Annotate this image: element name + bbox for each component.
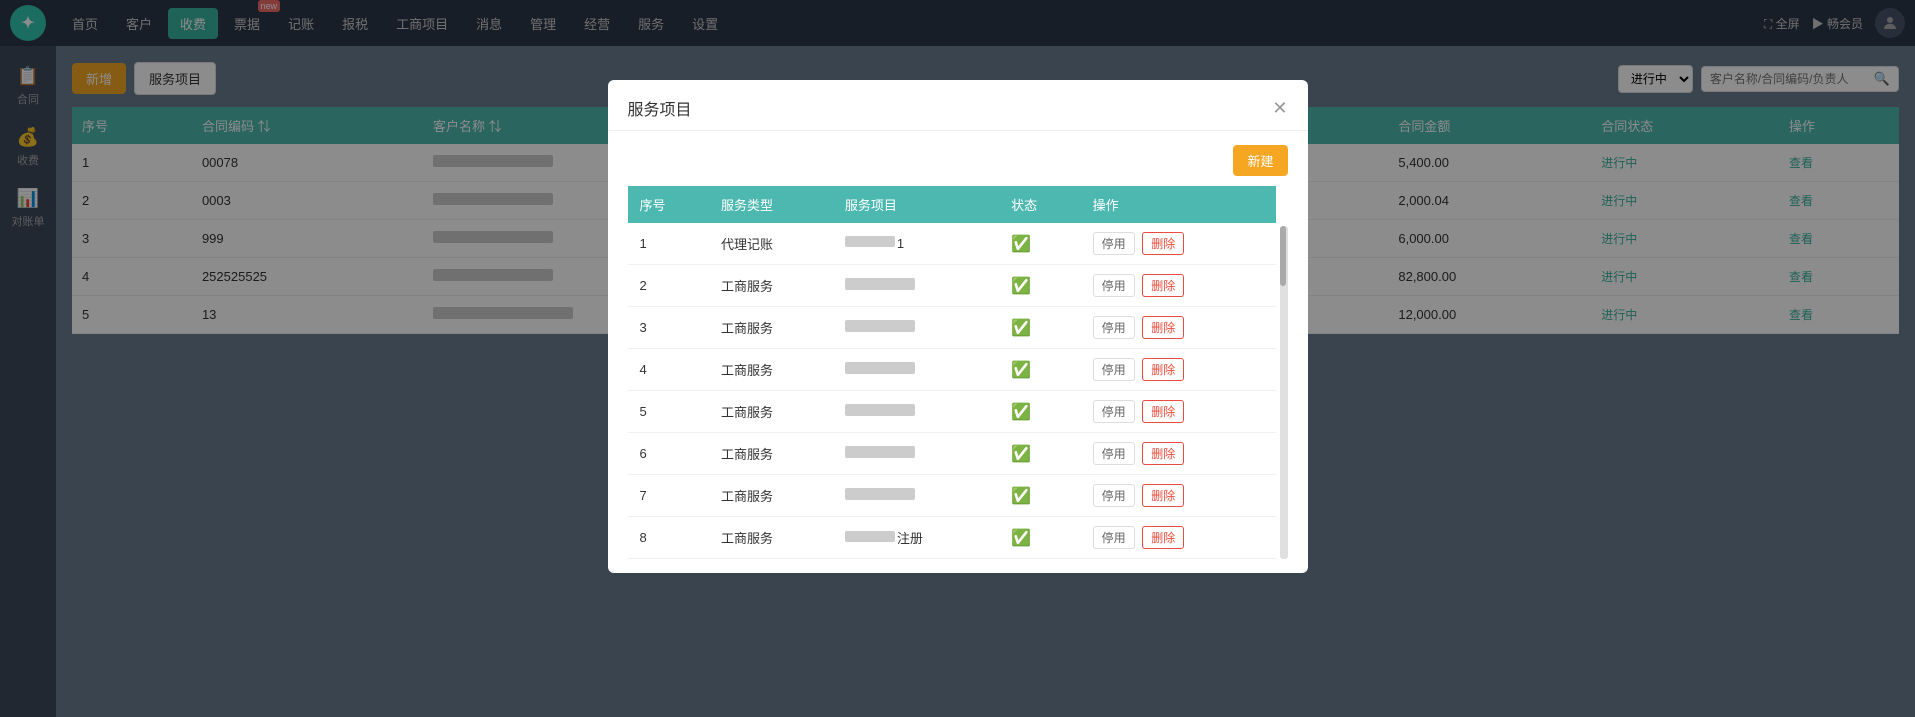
modal-cell-seq: 4 [628,349,710,391]
modal-cell-seq: 7 [628,475,710,517]
modal-cell-item [833,475,999,517]
delete-button[interactable]: 删除 [1142,526,1184,549]
modal-cell-actions: 停用 删除 [1081,265,1276,307]
modal-close-button[interactable]: ✕ [1272,99,1287,117]
modal-cell-type: 工商服务 [709,307,833,349]
modal-cell-status: ✅ [999,307,1081,349]
modal-cell-actions: 停用 删除 [1081,433,1276,475]
status-check-icon: ✅ [1011,446,1031,463]
service-modal: 服务项目 ✕ 新建 序号 服务类型 服务项目 状态 操作 [608,80,1308,573]
delete-button[interactable]: 删除 [1142,316,1184,339]
disable-button[interactable]: 停用 [1093,442,1135,465]
modal-cell-item [833,391,999,433]
modal-col-type: 服务类型 [709,186,833,223]
modal-cell-seq: 5 [628,391,710,433]
delete-button[interactable]: 删除 [1142,358,1184,381]
status-check-icon: ✅ [1011,236,1031,253]
disable-button[interactable]: 停用 [1093,400,1135,423]
modal-table-row: 3 工商服务 ✅ 停用 删除 [628,307,1276,349]
modal-col-status: 状态 [999,186,1081,223]
modal-table-row: 5 工商服务 ✅ 停用 删除 [628,391,1276,433]
delete-button[interactable]: 删除 [1142,400,1184,423]
modal-cell-seq: 1 [628,223,710,265]
modal-cell-item: 1 [833,223,999,265]
modal-col-item: 服务项目 [833,186,999,223]
modal-cell-status: ✅ [999,223,1081,265]
modal-service-table: 序号 服务类型 服务项目 状态 操作 1 代理记账 1 ✅ 停用 删除 2 [628,186,1276,559]
modal-header: 服务项目 ✕ [608,80,1308,131]
modal-cell-type: 工商服务 [709,517,833,559]
modal-cell-actions: 停用 删除 [1081,391,1276,433]
modal-cell-actions: 停用 删除 [1081,307,1276,349]
modal-table-row: 7 工商服务 ✅ 停用 删除 [628,475,1276,517]
delete-button[interactable]: 删除 [1142,484,1184,507]
modal-table-row: 8 工商服务 注册 ✅ 停用 删除 [628,517,1276,559]
modal-new-button[interactable]: 新建 [1233,145,1287,176]
modal-body: 新建 序号 服务类型 服务项目 状态 操作 1 代理记账 [608,131,1308,573]
status-check-icon: ✅ [1011,278,1031,295]
delete-button[interactable]: 删除 [1142,232,1184,255]
status-check-icon: ✅ [1011,362,1031,379]
modal-cell-item [833,307,999,349]
delete-button[interactable]: 删除 [1142,274,1184,297]
modal-cell-status: ✅ [999,433,1081,475]
disable-button[interactable]: 停用 [1093,526,1135,549]
modal-cell-type: 工商服务 [709,433,833,475]
modal-title: 服务项目 [628,96,692,120]
status-check-icon: ✅ [1011,320,1031,337]
modal-cell-item [833,433,999,475]
disable-button[interactable]: 停用 [1093,232,1135,255]
status-check-icon: ✅ [1011,404,1031,421]
modal-col-seq: 序号 [628,186,710,223]
status-check-icon: ✅ [1011,488,1031,505]
delete-button[interactable]: 删除 [1142,442,1184,465]
modal-cell-actions: 停用 删除 [1081,349,1276,391]
modal-cell-actions: 停用 删除 [1081,517,1276,559]
disable-button[interactable]: 停用 [1093,316,1135,339]
disable-button[interactable]: 停用 [1093,358,1135,381]
disable-button[interactable]: 停用 [1093,484,1135,507]
modal-table-row: 1 代理记账 1 ✅ 停用 删除 [628,223,1276,265]
modal-table-row: 2 工商服务 ✅ 停用 删除 [628,265,1276,307]
modal-cell-item [833,265,999,307]
modal-cell-status: ✅ [999,391,1081,433]
modal-cell-status: ✅ [999,265,1081,307]
modal-cell-item [833,349,999,391]
modal-col-action: 操作 [1081,186,1276,223]
modal-cell-type: 工商服务 [709,349,833,391]
disable-button[interactable]: 停用 [1093,274,1135,297]
modal-table-row: 6 工商服务 ✅ 停用 删除 [628,433,1276,475]
modal-toolbar: 新建 [628,145,1288,176]
status-check-icon: ✅ [1011,530,1031,547]
modal-cell-actions: 停用 删除 [1081,223,1276,265]
modal-cell-seq: 3 [628,307,710,349]
modal-cell-seq: 2 [628,265,710,307]
modal-cell-item: 注册 [833,517,999,559]
modal-cell-status: ✅ [999,517,1081,559]
modal-cell-status: ✅ [999,475,1081,517]
modal-cell-type: 工商服务 [709,391,833,433]
modal-cell-seq: 6 [628,433,710,475]
modal-overlay: 服务项目 ✕ 新建 序号 服务类型 服务项目 状态 操作 [0,0,1915,717]
modal-cell-type: 工商服务 [709,265,833,307]
modal-cell-seq: 8 [628,517,710,559]
modal-cell-type: 代理记账 [709,223,833,265]
modal-cell-actions: 停用 删除 [1081,475,1276,517]
modal-table-row: 4 工商服务 ✅ 停用 删除 [628,349,1276,391]
modal-cell-type: 工商服务 [709,475,833,517]
modal-cell-status: ✅ [999,349,1081,391]
